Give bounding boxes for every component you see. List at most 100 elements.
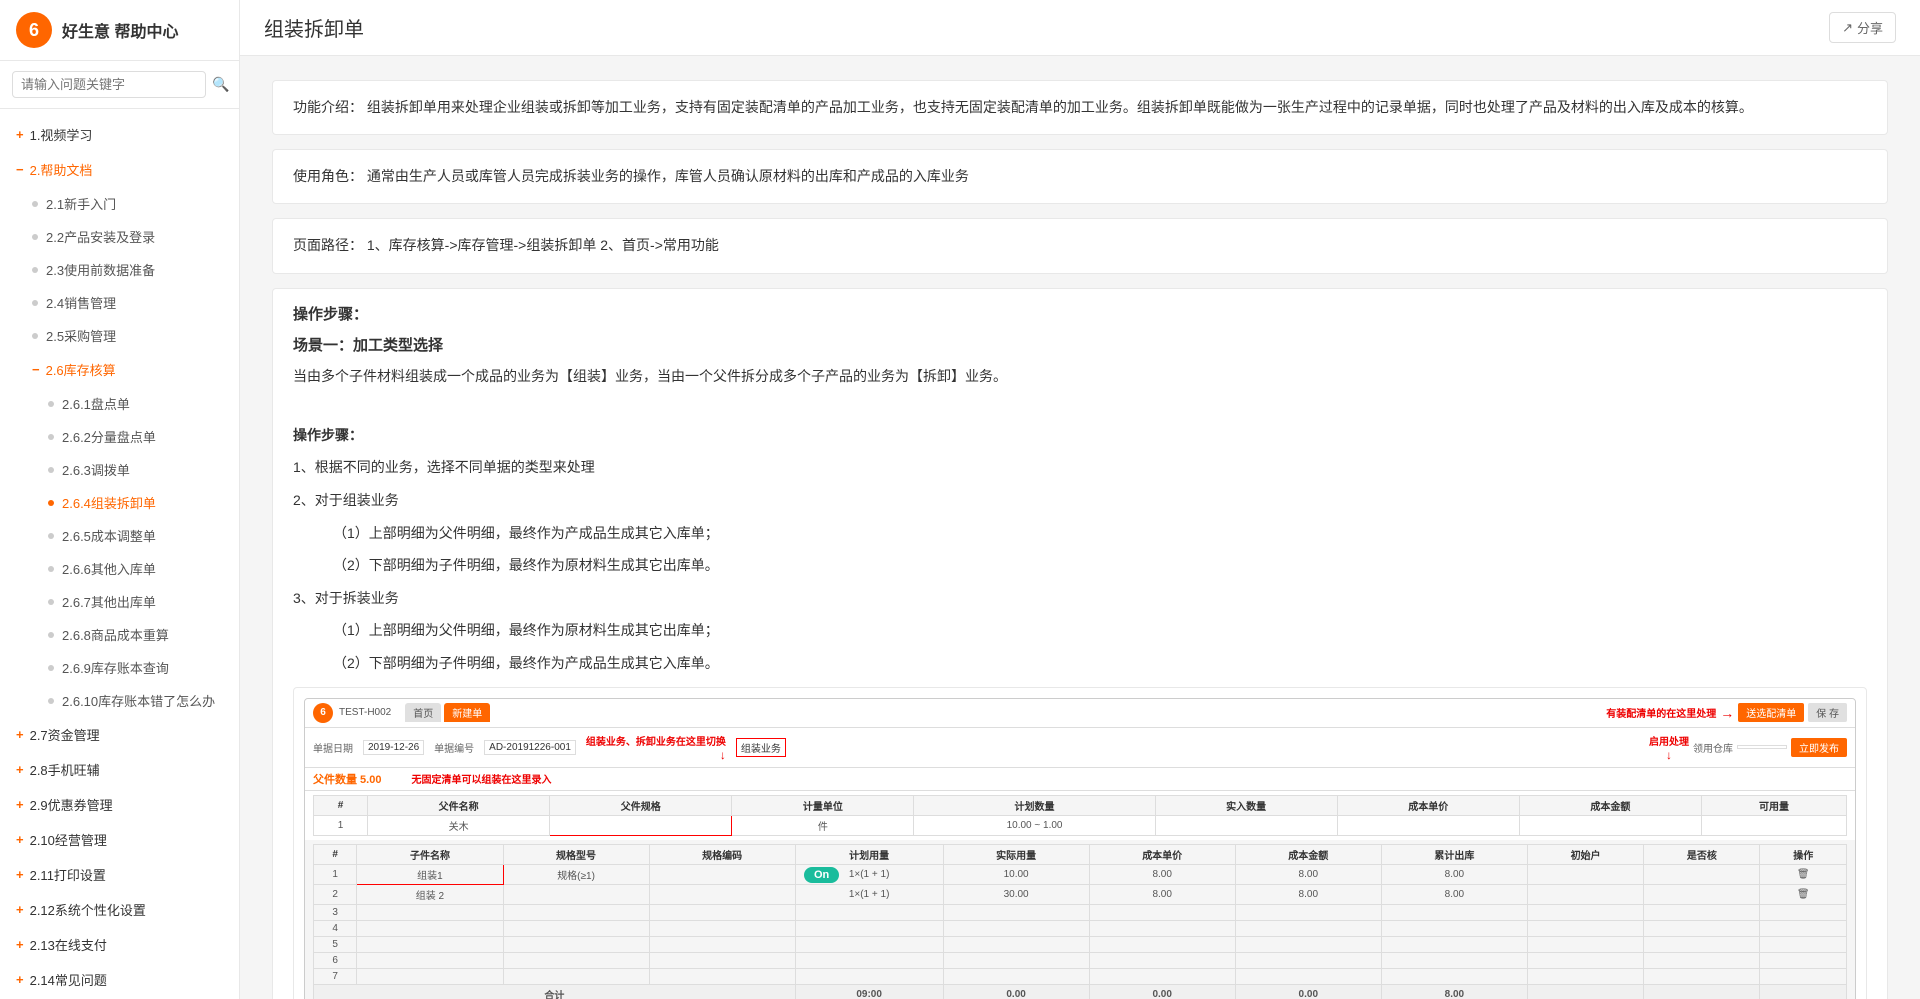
annotation1-text: 有装配清单的在这里处理 [1606, 705, 1716, 720]
mock-save-btn[interactable]: 保 存 [1808, 703, 1847, 722]
sidebar-item-2-6-3[interactable]: 2.6.3调拨单 [16, 453, 239, 486]
annotation3-text: 启用处理 [1649, 733, 1689, 748]
annotation3-group: 启用处理 ↓ [1649, 733, 1689, 762]
mock-upper-table-container: # 父件名称 父件规格 计量单位 计划数量 实入数量 成本单价 成本金额 可用量 [305, 791, 1855, 840]
mock-process-btn[interactable]: 送选配清单 [1738, 703, 1804, 722]
search-box: 🔍 [0, 61, 239, 109]
step3-sub2: （2）下部明细为子件明细，最终作为产成品生成其它入库单。 [333, 650, 1867, 677]
mock-topbar: 6 TEST-H002 首页 新建单 有装配清单的在这里处理 → 送选配清单 保… [305, 699, 1855, 728]
sidebar-header: 6 好生意 帮助中心 [0, 0, 239, 61]
logo-icon: 6 [16, 12, 52, 48]
nav-parent-2-13[interactable]: + 2.13在线支付 [0, 927, 239, 962]
toggle-on-indicator[interactable]: On [804, 869, 839, 881]
step2-sub2: （2）下部明细为子件明细，最终作为原材料生成其它出库单。 [333, 552, 1867, 579]
mock-tab-new[interactable]: 新建单 [444, 703, 490, 722]
plus-icon-2-12: + [16, 902, 24, 917]
step3: 3、对于拆装业务 [293, 585, 1867, 612]
scenario-desc1: 当由多个子件材料组装成一个成品的业务为【组装】业务，当由一个父件拆分成多个子产品… [293, 363, 1867, 390]
sidebar-item-2-6-5[interactable]: 2.6.5成本调整单 [16, 519, 239, 552]
mock-logo: 6 [313, 703, 333, 723]
mock-th-unit: 计量单位 [732, 795, 914, 815]
sidebar-item-2-6-2[interactable]: 2.6.2分量盘点单 [16, 420, 239, 453]
topbar: 组装拆卸单 ↗ 分享 [240, 0, 1920, 56]
toggle-on-label[interactable]: On [804, 867, 839, 883]
annotation2-text: 组装业务、拆卸业务在这里切换 [586, 733, 726, 748]
plus-icon-video: + [16, 127, 24, 142]
search-button[interactable]: 🔍 [212, 76, 229, 93]
sidebar-item-2-6-4[interactable]: 2.6.4组装拆卸单 [16, 486, 239, 519]
sidebar-item-2-2[interactable]: 2.2产品安装及登录 [0, 220, 239, 253]
mock-type-select[interactable]: 组装业务 [736, 738, 786, 757]
share-icon: ↗ [1842, 20, 1853, 36]
nav-parent-2-6[interactable]: − 2.6库存核算 [0, 352, 239, 387]
sidebar-item-2-3[interactable]: 2.3使用前数据准备 [0, 253, 239, 286]
nav-label-docs: 2.帮助文档 [30, 160, 93, 179]
mock-th-parent-spec: 父件规格 [550, 795, 732, 815]
table-row: 4 [314, 920, 1847, 936]
mock-date-label: 单据日期 [313, 740, 353, 755]
nav-parent-2-14[interactable]: + 2.14常见问题 [0, 962, 239, 997]
annotation2-arrow: ↓ [720, 748, 726, 762]
nav-parent-video[interactable]: + 1.视频学习 [0, 117, 239, 152]
nav-parent-2-7[interactable]: + 2.7资金管理 [0, 717, 239, 752]
step1: 1、根据不同的业务，选择不同单据的类型来处理 [293, 454, 1867, 481]
annotation2-area: 组装业务、拆卸业务在这里切换 ↓ [586, 733, 726, 762]
mock-th-cost-price: 成本单价 [1337, 795, 1519, 815]
mock-form-area: 单据日期 2019-12-26 单据编号 AD-20191226-001 组装业… [305, 728, 1855, 768]
mock-th-no: # [314, 795, 368, 815]
sidebar-item-2-6-10[interactable]: 2.6.10库存账本错了怎么办 [16, 684, 239, 717]
nav-parent-2-8[interactable]: + 2.8手机旺辅 [0, 752, 239, 787]
nav-parent-2-12[interactable]: + 2.12系统个性化设置 [0, 892, 239, 927]
content-area: 功能介绍： 组装拆卸单用来处理企业组装或拆卸等加工业务，支持有固定装配清单的产品… [240, 56, 1920, 999]
sidebar-item-2-6-1[interactable]: 2.6.1盘点单 [16, 387, 239, 420]
mock-upper-table: # 父件名称 父件规格 计量单位 计划数量 实入数量 成本单价 成本金额 可用量 [313, 795, 1847, 836]
plus-icon-2-10: + [16, 832, 24, 847]
nav-parent-docs[interactable]: − 2.帮助文档 [0, 152, 239, 187]
role-text: 通常由生产人员或库管人员完成拆装业务的操作，库管人员确认原材料的出库和产成品的入… [367, 168, 969, 184]
mock-rows-label: 父件数量 5.00 [313, 771, 381, 787]
plus-icon-2-8: + [16, 762, 24, 777]
app-name: 好生意 帮助中心 [62, 18, 178, 42]
func-intro-text: 组装拆卸单用来处理企业组装或拆卸等加工业务，支持有固定装配清单的产品加工业务，也… [367, 99, 1753, 115]
nav-parent-2-11[interactable]: + 2.11打印设置 [0, 857, 239, 892]
ops-steps-label: 操作步骤： [293, 422, 1867, 449]
nav-parent-2-10[interactable]: + 2.10经营管理 [0, 822, 239, 857]
main-area: 组装拆卸单 ↗ 分享 功能介绍： 组装拆卸单用来处理企业组装或拆卸等加工业务，支… [240, 0, 1920, 999]
sidebar-item-2-6-7[interactable]: 2.6.7其他出库单 [16, 585, 239, 618]
sidebar: 6 好生意 帮助中心 🔍 + 1.视频学习 − 2.帮助文档 2.1新手入门 2… [0, 0, 240, 999]
search-input[interactable] [12, 71, 206, 98]
table-row: 5 [314, 936, 1847, 952]
mock-th-actual-qty: 实入数量 [1155, 795, 1337, 815]
path-text: 1、库存核算->库存管理->组装拆卸单 2、首页->常用功能 [367, 237, 719, 253]
mock-screenshot: 6 TEST-H002 首页 新建单 有装配清单的在这里处理 → 送选配清单 保… [304, 698, 1856, 999]
nav-list: + 1.视频学习 − 2.帮助文档 2.1新手入门 2.2产品安装及登录 2.3… [0, 109, 239, 999]
nav-parent-2-9[interactable]: + 2.9优惠券管理 [0, 787, 239, 822]
ops-label: 操作步骤： [293, 303, 1867, 324]
sidebar-item-2-4[interactable]: 2.4销售管理 [0, 286, 239, 319]
mock-warehouse-input[interactable] [1737, 745, 1787, 749]
mock-th-available: 可用量 [1701, 795, 1846, 815]
plus-icon-2-11: + [16, 867, 24, 882]
mock-th-cost-amount: 成本金额 [1519, 795, 1701, 815]
mock-tab-home[interactable]: 首页 [405, 703, 441, 722]
annotation1-arrow: → [1720, 705, 1734, 721]
table-row: 1 关木 件 10.00 ~ 1.00 [314, 815, 1847, 835]
sidebar-item-2-5[interactable]: 2.5采购管理 [0, 319, 239, 352]
share-button[interactable]: ↗ 分享 [1829, 12, 1896, 43]
step2-sub1: （1）上部明细为父件明细，最终作为产成品生成其它入库单； [333, 520, 1867, 547]
mock-date-value: 2019-12-26 [363, 740, 424, 755]
sidebar-item-2-6-9[interactable]: 2.6.9库存账本查询 [16, 651, 239, 684]
nav-sub-docs: 2.1新手入门 2.2产品安装及登录 2.3使用前数据准备 2.4销售管理 2.… [0, 187, 239, 999]
table-row: 2 组装 2 1×(1 + 1) 30.00 8.00 8.00 8.00 [314, 884, 1847, 904]
sidebar-item-2-6-6[interactable]: 2.6.6其他入库单 [16, 552, 239, 585]
mock-annotation4-row: 父件数量 5.00 无固定清单可以组装在这里录入 [305, 768, 1855, 791]
ops-section: 操作步骤： 场景一：加工类型选择 当由多个子件材料组装成一个成品的业务为【组装】… [272, 288, 1888, 999]
step3-sub1: （1）上部明细为父件明细，最终作为原材料生成其它出库单； [333, 617, 1867, 644]
table-row: 6 [314, 952, 1847, 968]
annotation3-area: 启用处理 ↓ 领用仓库 立即发布 [1649, 733, 1847, 762]
mock-no-label: 单据编号 [434, 740, 474, 755]
sidebar-item-2-6-8[interactable]: 2.6.8商品成本重算 [16, 618, 239, 651]
nav-item-docs: − 2.帮助文档 2.1新手入门 2.2产品安装及登录 2.3使用前数据准备 2… [0, 152, 239, 999]
sidebar-item-2-1[interactable]: 2.1新手入门 [0, 187, 239, 220]
mock-confirm-btn[interactable]: 立即发布 [1791, 738, 1847, 757]
